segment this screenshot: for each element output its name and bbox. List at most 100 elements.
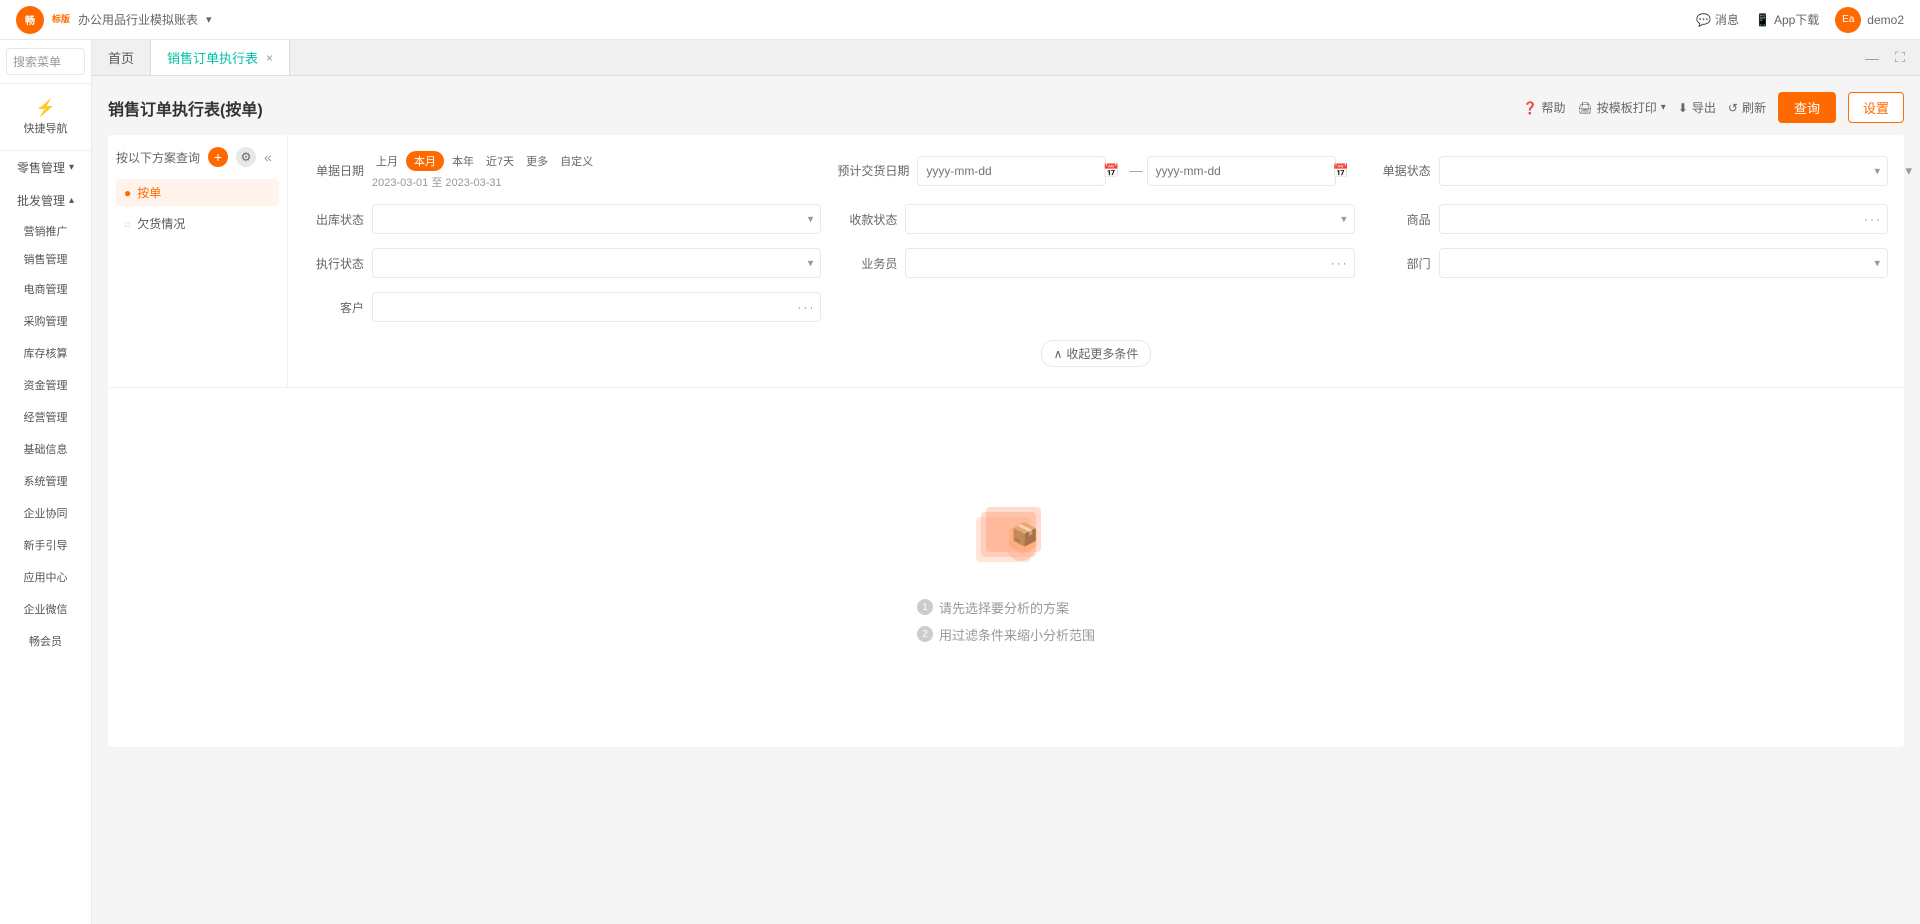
settings-button[interactable]: 设置: [1848, 92, 1904, 123]
collapse-row: ∧ 收起更多条件: [304, 336, 1888, 371]
quicknav-icon: ⚡: [36, 98, 56, 118]
salesperson-label: 业务员: [837, 255, 897, 272]
goods-more-icon[interactable]: ···: [1864, 212, 1882, 226]
exec-status-label: 执行状态: [304, 255, 364, 272]
date-range-text: 2023-03-01 至 2023-03-31: [372, 174, 821, 190]
sidebar-item-inventory[interactable]: 库存核算: [0, 337, 91, 369]
status-select[interactable]: [1439, 156, 1888, 186]
sidebar-item-system[interactable]: 系统管理: [0, 465, 91, 497]
sidebar-item-apps[interactable]: 应用中心: [0, 561, 91, 593]
debt-icon: ○: [124, 217, 131, 231]
filter-exec-status: 执行状态: [304, 248, 821, 278]
empty-state-container: 📦 1 请先选择要分析的方案 2 用过滤条件来缩小分析范围: [108, 387, 1904, 747]
header-right: 💬 消息 📱 App下载 Ea demo2: [1696, 7, 1904, 33]
logo-subtitle: 标版: [52, 15, 70, 25]
filter-receipt: 收款状态: [837, 204, 1354, 234]
empty-state-item-1: 1 请先选择要分析的方案: [917, 598, 1095, 617]
department-select[interactable]: [1439, 248, 1888, 278]
sidebar-item-retail[interactable]: 零售管理 ▾: [0, 151, 91, 184]
receipt-select[interactable]: [905, 204, 1354, 234]
salesperson-input[interactable]: [905, 248, 1354, 278]
filter-goods: 商品 ···: [1371, 204, 1888, 234]
message-icon: 💬: [1696, 13, 1711, 27]
delivery-date-end[interactable]: [1147, 156, 1336, 186]
date-tab-7days[interactable]: 近7天: [482, 151, 518, 171]
export-icon: ⬇: [1678, 101, 1688, 115]
sidebar-item-quicknav[interactable]: ⚡ 快捷导航: [0, 90, 91, 144]
maximize-icon: ⛶: [1895, 49, 1905, 66]
message-btn[interactable]: 💬 消息: [1696, 11, 1739, 28]
status-label: 单据状态: [1371, 162, 1431, 179]
sidebar-sub-sales[interactable]: 销售管理: [0, 245, 91, 273]
collapse-button[interactable]: ∧ 收起更多条件: [1041, 340, 1152, 367]
filter-row-1: 单据日期 上月 本月 本年 近7天 更多 自定义: [304, 151, 1888, 190]
filter-section-header: 按以下方案查询 + ⚙ «: [116, 147, 279, 167]
print-btn[interactable]: 🖨 按模板打印 ▾: [1578, 99, 1666, 116]
filter-row-4: 客户 ···: [304, 292, 1888, 322]
exec-status-select[interactable]: [372, 248, 821, 278]
salesperson-more-icon[interactable]: ···: [1331, 256, 1349, 270]
sidebar-item-finance[interactable]: 资金管理: [0, 369, 91, 401]
search-menu-button[interactable]: 搜索菜单: [6, 48, 85, 75]
page-actions: ❓ 帮助 🖨 按模板打印 ▾ ⬇ 导出 ↺ 刷新: [1523, 92, 1904, 123]
query-button[interactable]: 查询: [1778, 92, 1836, 123]
date-tab-more[interactable]: 更多: [522, 151, 552, 171]
filter-expected-delivery: 预计交货日期 📅 — 📅: [837, 156, 1354, 186]
date-tab-this-year[interactable]: 本年: [448, 151, 478, 171]
date-tab-custom[interactable]: 自定义: [556, 151, 597, 171]
page-title: 销售订单执行表(按单): [108, 96, 263, 120]
step-num-1: 1: [917, 599, 933, 615]
minimize-icon: —: [1865, 50, 1879, 66]
filter-section-title: 按以下方案查询: [116, 149, 200, 166]
expected-delivery-label: 预计交货日期: [837, 162, 909, 179]
export-btn[interactable]: ⬇ 导出: [1678, 99, 1716, 116]
out-stock-label: 出库状态: [304, 211, 364, 228]
maximize-btn[interactable]: ⛶: [1888, 46, 1912, 70]
help-btn[interactable]: ❓ 帮助: [1523, 99, 1566, 116]
sidebar-item-operation[interactable]: 经营管理: [0, 401, 91, 433]
sidebar-sub-marketing[interactable]: 营销推广: [0, 217, 91, 245]
collapse-icon: ∧: [1054, 347, 1063, 361]
sidebar-item-basic[interactable]: 基础信息: [0, 433, 91, 465]
close-tab-btn[interactable]: ×: [266, 51, 273, 65]
delivery-date-start[interactable]: [917, 156, 1106, 186]
active-tab[interactable]: 销售订单执行表 ×: [151, 40, 290, 75]
sidebar-group-wholesale: 批发管理 ▴ 营销推广 销售管理: [0, 184, 91, 273]
sidebar-search-section: 搜索菜单: [0, 40, 91, 84]
sidebar-item-enterprise[interactable]: 企业协同: [0, 497, 91, 529]
filter-collapse-btn[interactable]: «: [264, 149, 272, 165]
date-tab-last-month[interactable]: 上月: [372, 151, 402, 171]
date-label: 单据日期: [304, 162, 364, 179]
sidebar-item-ecommerce[interactable]: 电商管理: [0, 273, 91, 305]
date-tab-this-month[interactable]: 本月: [406, 151, 444, 171]
left-panel: 按以下方案查询 + ⚙ « ● 按单 ○ 欠货: [108, 135, 288, 387]
sub-nav: ● 按单 ○ 欠货情况: [116, 179, 279, 245]
empty-state-text: 1 请先选择要分析的方案 2 用过滤条件来缩小分析范围: [917, 598, 1095, 644]
sidebar-item-purchase[interactable]: 采购管理: [0, 305, 91, 337]
sidebar-quick-nav: ⚡ 快捷导航: [0, 84, 91, 151]
sidebar-item-newbie[interactable]: 新手引导: [0, 529, 91, 561]
minimize-btn[interactable]: —: [1860, 46, 1884, 70]
customer-more-icon[interactable]: ···: [797, 300, 815, 314]
customer-input[interactable]: [372, 292, 821, 322]
sub-nav-by-order[interactable]: ● 按单: [116, 179, 279, 206]
add-filter-btn[interactable]: +: [208, 147, 228, 167]
filter-salesperson: 业务员 ···: [837, 248, 1354, 278]
sub-nav-by-debt[interactable]: ○ 欠货情况: [116, 210, 279, 237]
filter-setting-btn[interactable]: ⚙: [236, 147, 256, 167]
goods-input[interactable]: [1439, 204, 1888, 234]
empty-state: 📦 1 请先选择要分析的方案 2 用过滤条件来缩小分析范围: [917, 432, 1095, 704]
home-tab[interactable]: 首页: [92, 40, 151, 75]
app-title-dropdown[interactable]: ▾: [206, 13, 212, 26]
refresh-btn[interactable]: ↺ 刷新: [1728, 99, 1766, 116]
print-icon: 🖨: [1578, 101, 1593, 115]
receipt-label: 收款状态: [837, 211, 897, 228]
page-body: 销售订单执行表(按单) ❓ 帮助 🖨 按模板打印 ▾ ⬇ 导出: [92, 76, 1920, 924]
user-profile[interactable]: Ea demo2: [1835, 7, 1904, 33]
sidebar-item-member[interactable]: 畅会员: [0, 625, 91, 657]
app-download-btn[interactable]: 📱 App下载: [1755, 11, 1819, 28]
date-divider: —: [1130, 163, 1143, 178]
out-stock-select[interactable]: [372, 204, 821, 234]
sidebar-item-wechat[interactable]: 企业微信: [0, 593, 91, 625]
sidebar-item-wholesale[interactable]: 批发管理 ▴: [0, 184, 91, 217]
